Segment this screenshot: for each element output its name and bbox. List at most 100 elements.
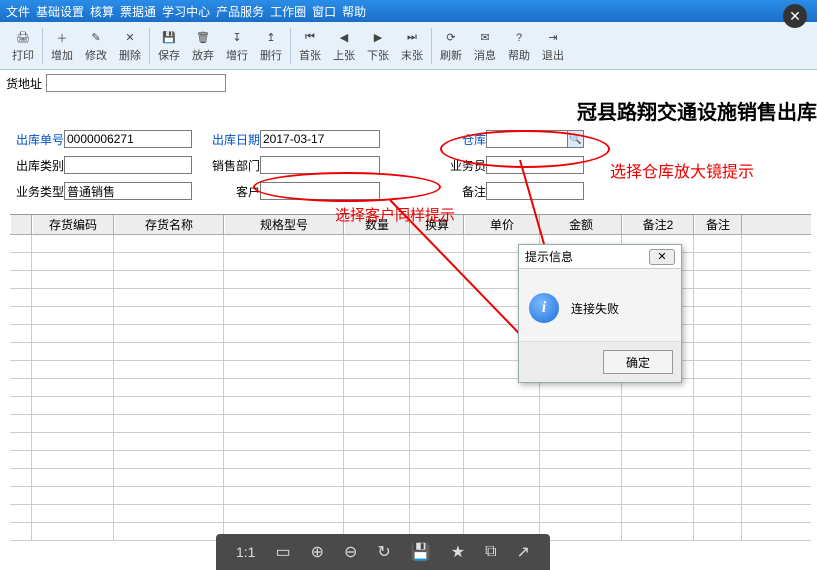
add-icon: ＋ <box>52 29 72 47</box>
address-input[interactable] <box>46 74 226 92</box>
zoomout-icon[interactable]: ⊖ <box>344 542 357 562</box>
toolbar-save-button[interactable]: 💾保存 <box>154 25 184 67</box>
outdate-input[interactable] <box>260 130 380 148</box>
copy-icon[interactable]: ⧉ <box>485 543 496 561</box>
table-row[interactable] <box>10 343 811 361</box>
col-header[interactable]: 存货名称 <box>114 215 224 234</box>
info-icon: i <box>529 293 559 323</box>
prev-icon: ◀ <box>334 29 354 47</box>
star-icon[interactable]: ★ <box>451 542 465 562</box>
table-row[interactable] <box>10 379 811 397</box>
menu-product[interactable]: 产品服务 <box>216 3 264 20</box>
toolbar-help-button[interactable]: ?帮助 <box>504 25 534 67</box>
outtype-input[interactable] <box>64 156 192 174</box>
annotation-customer-tip: 选择客户同样提示 <box>335 204 455 225</box>
toolbar-next-button[interactable]: ▶下张 <box>363 25 393 67</box>
toolbar-addrow-button[interactable]: ↧增行 <box>222 25 252 67</box>
col-header[interactable]: 单价 <box>464 215 540 234</box>
salesman-label: 业务员 <box>446 157 486 174</box>
save-icon[interactable]: 💾 <box>411 542 431 562</box>
table-row[interactable] <box>10 235 811 253</box>
dialog-close-button[interactable]: ✕ <box>649 249 675 265</box>
toolbar-discard-button[interactable]: 🗑放弃 <box>188 25 218 67</box>
customer-label: 客户 <box>206 183 260 200</box>
address-bar: 货地址 <box>0 70 817 96</box>
share-icon[interactable]: ↗ <box>517 542 530 562</box>
toolbar-delrow-button[interactable]: ↥删行 <box>256 25 286 67</box>
toolbar-refresh-button[interactable]: ⟳刷新 <box>436 25 466 67</box>
menu-help[interactable]: 帮助 <box>342 3 366 20</box>
fit-icon[interactable]: ▭ <box>275 542 290 562</box>
toolbar-edit-button[interactable]: ✎修改 <box>81 25 111 67</box>
table-row[interactable] <box>10 397 811 415</box>
col-header[interactable]: 金额 <box>540 215 622 234</box>
data-grid[interactable]: 存货编码存货名称规格型号数量换算单价金额备注2备注 <box>10 214 811 541</box>
toolbar-first-button[interactable]: ⏮首张 <box>295 25 325 67</box>
menu-bar: 文件 基础设置 核算 票据通 学习中心 产品服务 工作圈 窗口 帮助 <box>0 0 817 22</box>
magnify-icon[interactable]: 🔍 <box>567 131 583 147</box>
delrow-icon: ↥ <box>261 29 281 47</box>
table-row[interactable] <box>10 505 811 523</box>
print-icon: 🖨 <box>13 29 33 47</box>
col-header[interactable] <box>10 215 32 234</box>
first-icon: ⏮ <box>300 29 320 47</box>
delete-icon: ✕ <box>120 29 140 47</box>
toolbar-msg-button[interactable]: ✉消息 <box>470 25 500 67</box>
biztype-label: 业务类型 <box>10 183 64 200</box>
outno-label: 出库单号 <box>10 131 64 148</box>
customer-input[interactable] <box>260 182 380 200</box>
table-row[interactable] <box>10 415 811 433</box>
outtype-label: 出库类别 <box>10 157 64 174</box>
menu-acct[interactable]: 核算 <box>90 3 114 20</box>
salesman-input[interactable] <box>486 156 584 174</box>
exit-icon: ⇥ <box>543 29 563 47</box>
close-button[interactable]: ✕ <box>783 4 807 28</box>
table-row[interactable] <box>10 253 811 271</box>
outno-input[interactable] <box>64 130 192 148</box>
note-label: 备注 <box>446 183 486 200</box>
last-icon: ⏭ <box>402 29 422 47</box>
table-row[interactable] <box>10 433 811 451</box>
outdate-label: 出库日期 <box>206 131 260 148</box>
warehouse-label: 仓库 <box>446 131 486 148</box>
toolbar-last-button[interactable]: ⏭末张 <box>397 25 427 67</box>
toolbar: 🖨打印＋增加✎修改✕删除💾保存🗑放弃↧增行↥删行⏮首张◀上张▶下张⏭末张⟳刷新✉… <box>0 22 817 70</box>
col-header[interactable]: 备注2 <box>622 215 694 234</box>
toolbar-exit-button[interactable]: ⇥退出 <box>538 25 568 67</box>
table-row[interactable] <box>10 307 811 325</box>
saledept-input[interactable] <box>260 156 380 174</box>
note-input[interactable] <box>486 182 584 200</box>
table-row[interactable] <box>10 271 811 289</box>
col-header[interactable]: 存货编码 <box>32 215 114 234</box>
menu-bill[interactable]: 票据通 <box>120 3 156 20</box>
menu-work[interactable]: 工作圈 <box>270 3 306 20</box>
col-header[interactable]: 规格型号 <box>224 215 344 234</box>
table-row[interactable] <box>10 469 811 487</box>
menu-file[interactable]: 文件 <box>6 3 30 20</box>
refresh-icon: ⟳ <box>441 29 461 47</box>
help-icon: ? <box>509 29 529 47</box>
toolbar-add-button[interactable]: ＋增加 <box>47 25 77 67</box>
message-dialog: 提示信息 ✕ i 连接失败 确定 <box>518 244 682 383</box>
zoomin-icon[interactable]: ⊕ <box>311 542 324 562</box>
table-row[interactable] <box>10 487 811 505</box>
toolbar-prev-button[interactable]: ◀上张 <box>329 25 359 67</box>
table-row[interactable] <box>10 289 811 307</box>
toolbar-delete-button[interactable]: ✕删除 <box>115 25 145 67</box>
col-header[interactable]: 备注 <box>694 215 742 234</box>
menu-learn[interactable]: 学习中心 <box>162 3 210 20</box>
table-row[interactable] <box>10 361 811 379</box>
saledept-label: 销售部门 <box>206 157 260 174</box>
dialog-ok-button[interactable]: 确定 <box>603 350 673 374</box>
dialog-title: 提示信息 <box>525 248 573 265</box>
menu-basic[interactable]: 基础设置 <box>36 3 84 20</box>
msg-icon: ✉ <box>475 29 495 47</box>
menu-window[interactable]: 窗口 <box>312 3 336 20</box>
table-row[interactable] <box>10 325 811 343</box>
biztype-input[interactable] <box>64 182 192 200</box>
toolbar-print-button[interactable]: 🖨打印 <box>8 25 38 67</box>
rotate-icon[interactable]: ↻ <box>377 542 390 562</box>
save-icon: 💾 <box>159 29 179 47</box>
table-row[interactable] <box>10 451 811 469</box>
annotation-warehouse-tip: 选择仓库放大镜提示 <box>610 158 754 182</box>
